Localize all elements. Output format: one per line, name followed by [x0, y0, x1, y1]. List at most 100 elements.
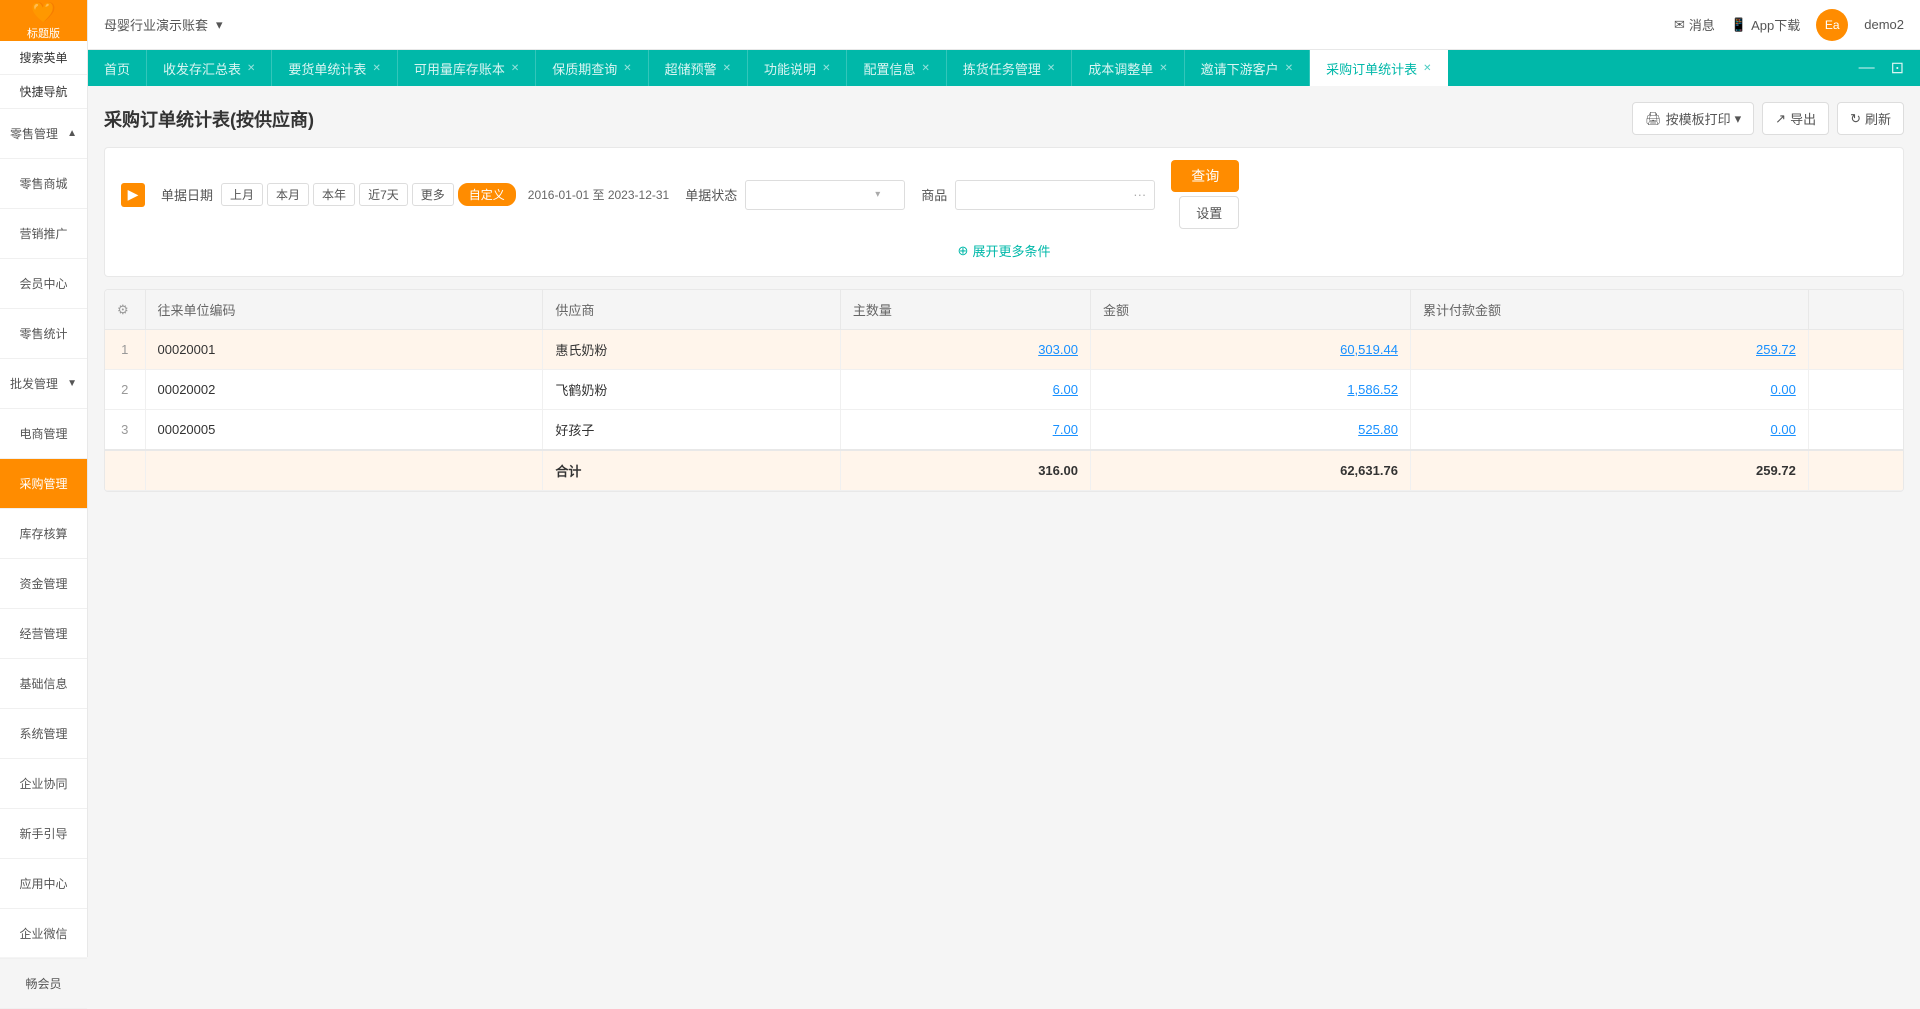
- tab-close-icon[interactable]: ✕: [1047, 63, 1055, 74]
- status-select[interactable]: ▾: [745, 180, 905, 210]
- tab-overstock-warning[interactable]: 超储预警 ✕: [649, 50, 748, 86]
- sidebar-item-vip[interactable]: 畅会员: [0, 959, 87, 1009]
- tab-close-icon[interactable]: ✕: [372, 63, 380, 74]
- last-month-btn[interactable]: 上月: [221, 183, 263, 206]
- tab-close-icon[interactable]: ✕: [1423, 63, 1431, 74]
- sidebar-item-purchase-mgmt[interactable]: 采购管理: [0, 459, 87, 509]
- tab-maximize-icon[interactable]: ⊡: [1883, 54, 1912, 82]
- logo-icon: 🧡: [31, 0, 56, 25]
- print-button[interactable]: 🖨 按模板打印 ▾: [1632, 102, 1754, 135]
- gear-icon[interactable]: ⚙: [117, 302, 129, 317]
- sidebar-item-enterprise[interactable]: 企业协同: [0, 759, 87, 809]
- tab-home[interactable]: 首页: [88, 50, 147, 86]
- filter-collapse-button[interactable]: ▶: [121, 183, 145, 207]
- cell-quantity[interactable]: 7.00: [840, 410, 1090, 451]
- tab-purchase-summary[interactable]: 采购订单统计表 ✕: [1310, 50, 1448, 86]
- more-options-icon[interactable]: ···: [1133, 187, 1146, 202]
- export-label: 导出: [1790, 109, 1816, 128]
- topbar-right: ✉ 消息 📱 App下载 Ea demo2: [1674, 9, 1904, 41]
- sidebar-item-membership[interactable]: 会员中心: [0, 259, 87, 309]
- app-download-button[interactable]: 📱 App下载: [1731, 15, 1800, 34]
- sidebar-item-inventory[interactable]: 库存核算: [0, 509, 87, 559]
- message-button[interactable]: ✉ 消息: [1674, 15, 1715, 34]
- cell-amount[interactable]: 1,586.52: [1090, 370, 1410, 410]
- sidebar-item-retail-mall[interactable]: 零售商城: [0, 159, 87, 209]
- tab-warranty-query[interactable]: 保质期查询 ✕: [536, 50, 648, 86]
- sidebar-item-wholesale-mgmt[interactable]: 批发管理 ▼: [0, 359, 87, 409]
- this-year-btn[interactable]: 本年: [313, 183, 355, 206]
- expand-more-button[interactable]: ⊕ 展开更多条件: [950, 237, 1059, 264]
- cell-code: 00020002: [145, 370, 543, 410]
- tab-close-icon[interactable]: ✕: [822, 63, 830, 74]
- tab-label: 功能说明: [764, 59, 816, 78]
- chevron-down-icon: ▾: [875, 189, 880, 200]
- sidebar-item-enterprise-wx[interactable]: 企业微信: [0, 909, 87, 959]
- sidebar-item-ops-mgmt[interactable]: 经营管理: [0, 609, 87, 659]
- cell-amount[interactable]: 60,519.44: [1090, 330, 1410, 370]
- tab-close-icon[interactable]: ✕: [511, 63, 519, 74]
- expand-label: 展开更多条件: [972, 241, 1050, 260]
- last-7-days-btn[interactable]: 近7天: [359, 183, 408, 206]
- th-quantity: 主数量: [840, 290, 1090, 330]
- sidebar-item-label: 批发管理: [10, 375, 58, 392]
- cell-paid[interactable]: 0.00: [1410, 370, 1808, 410]
- sidebar-item-quick-nav[interactable]: 快捷导航: [0, 75, 87, 109]
- tab-close-icon[interactable]: ✕: [723, 63, 731, 74]
- sidebar-item-search[interactable]: 搜索英单: [0, 41, 87, 75]
- expand-icon: ⊕: [958, 243, 969, 259]
- cell-paid[interactable]: 0.00: [1410, 410, 1808, 451]
- row-number: 1: [105, 330, 145, 370]
- more-dates-btn[interactable]: 更多: [412, 183, 454, 206]
- workspace-selector[interactable]: 母婴行业演示账套 ▾: [104, 15, 223, 34]
- th-extra: [1808, 290, 1903, 330]
- export-icon: ↗: [1775, 111, 1786, 127]
- cell-quantity[interactable]: 6.00: [840, 370, 1090, 410]
- chevron-up-icon: ▲: [67, 128, 77, 139]
- sidebar-item-marketing[interactable]: 营销推广: [0, 209, 87, 259]
- sidebar-item-new-guide[interactable]: 新手引导: [0, 809, 87, 859]
- page-header: 采购订单统计表(按供应商) 🖨 按模板打印 ▾ ↗ 导出 ↻ 刷新: [104, 102, 1904, 135]
- sidebar-item-retail-mgmt[interactable]: 零售管理 ▲: [0, 109, 87, 159]
- tab-pick-task[interactable]: 拣货任务管理 ✕: [947, 50, 1072, 86]
- tab-cost-adjust[interactable]: 成本调整单 ✕: [1072, 50, 1184, 86]
- settings-button[interactable]: 设置: [1179, 196, 1239, 229]
- filter-action-buttons: 查询 设置: [1171, 160, 1239, 229]
- tab-function-desc[interactable]: 功能说明 ✕: [748, 50, 847, 86]
- sidebar-item-basic-info[interactable]: 基础信息: [0, 659, 87, 709]
- tab-close-icon[interactable]: ✕: [1285, 63, 1293, 74]
- tab-label: 可用量库存账本: [414, 59, 505, 78]
- page-title: 采购订单统计表(按供应商): [104, 106, 314, 132]
- avatar[interactable]: Ea: [1816, 9, 1848, 41]
- tab-invite-downstream[interactable]: 邀请下游客户 ✕: [1185, 50, 1310, 86]
- sidebar-item-ecommerce[interactable]: 电商管理: [0, 409, 87, 459]
- tab-close-icon[interactable]: ✕: [1159, 63, 1167, 74]
- goods-search-input[interactable]: ···: [955, 180, 1155, 210]
- cell-amount[interactable]: 525.80: [1090, 410, 1410, 451]
- cell-supplier: 飞鹤奶粉: [543, 370, 840, 410]
- tab-close-icon[interactable]: ✕: [623, 63, 631, 74]
- sidebar-item-retail-stats[interactable]: 零售统计: [0, 309, 87, 359]
- th-supplier: 供应商: [543, 290, 840, 330]
- sidebar-item-finance[interactable]: 资金管理: [0, 559, 87, 609]
- tab-available-stock[interactable]: 可用量库存账本 ✕: [398, 50, 536, 86]
- this-month-btn[interactable]: 本月: [267, 183, 309, 206]
- sidebar-item-sys-mgmt[interactable]: 系统管理: [0, 709, 87, 759]
- query-button[interactable]: 查询: [1171, 160, 1239, 192]
- print-label: 按模板打印: [1666, 109, 1731, 128]
- sidebar-item-app-center[interactable]: 应用中心: [0, 859, 87, 909]
- cell-quantity[interactable]: 303.00: [840, 330, 1090, 370]
- tab-close-icon[interactable]: ✕: [247, 63, 255, 74]
- row-number: 3: [105, 410, 145, 451]
- th-paid: 累计付款金额: [1410, 290, 1808, 330]
- export-button[interactable]: ↗ 导出: [1762, 102, 1829, 135]
- custom-date-btn[interactable]: 自定义: [458, 183, 516, 206]
- refresh-button[interactable]: ↻ 刷新: [1837, 102, 1904, 135]
- cell-paid[interactable]: 259.72: [1410, 330, 1808, 370]
- tab-receive-summary[interactable]: 收发存汇总表 ✕: [147, 50, 272, 86]
- workspace-label: 母婴行业演示账套: [104, 15, 208, 34]
- tab-close-icon[interactable]: ✕: [921, 63, 929, 74]
- tab-minimize-icon[interactable]: —: [1851, 55, 1883, 81]
- tab-config-info[interactable]: 配置信息 ✕: [847, 50, 946, 86]
- tab-goods-summary[interactable]: 要货单统计表 ✕: [272, 50, 397, 86]
- table-row: 3 00020005 好孩子 7.00 525.80 0.00: [105, 410, 1903, 451]
